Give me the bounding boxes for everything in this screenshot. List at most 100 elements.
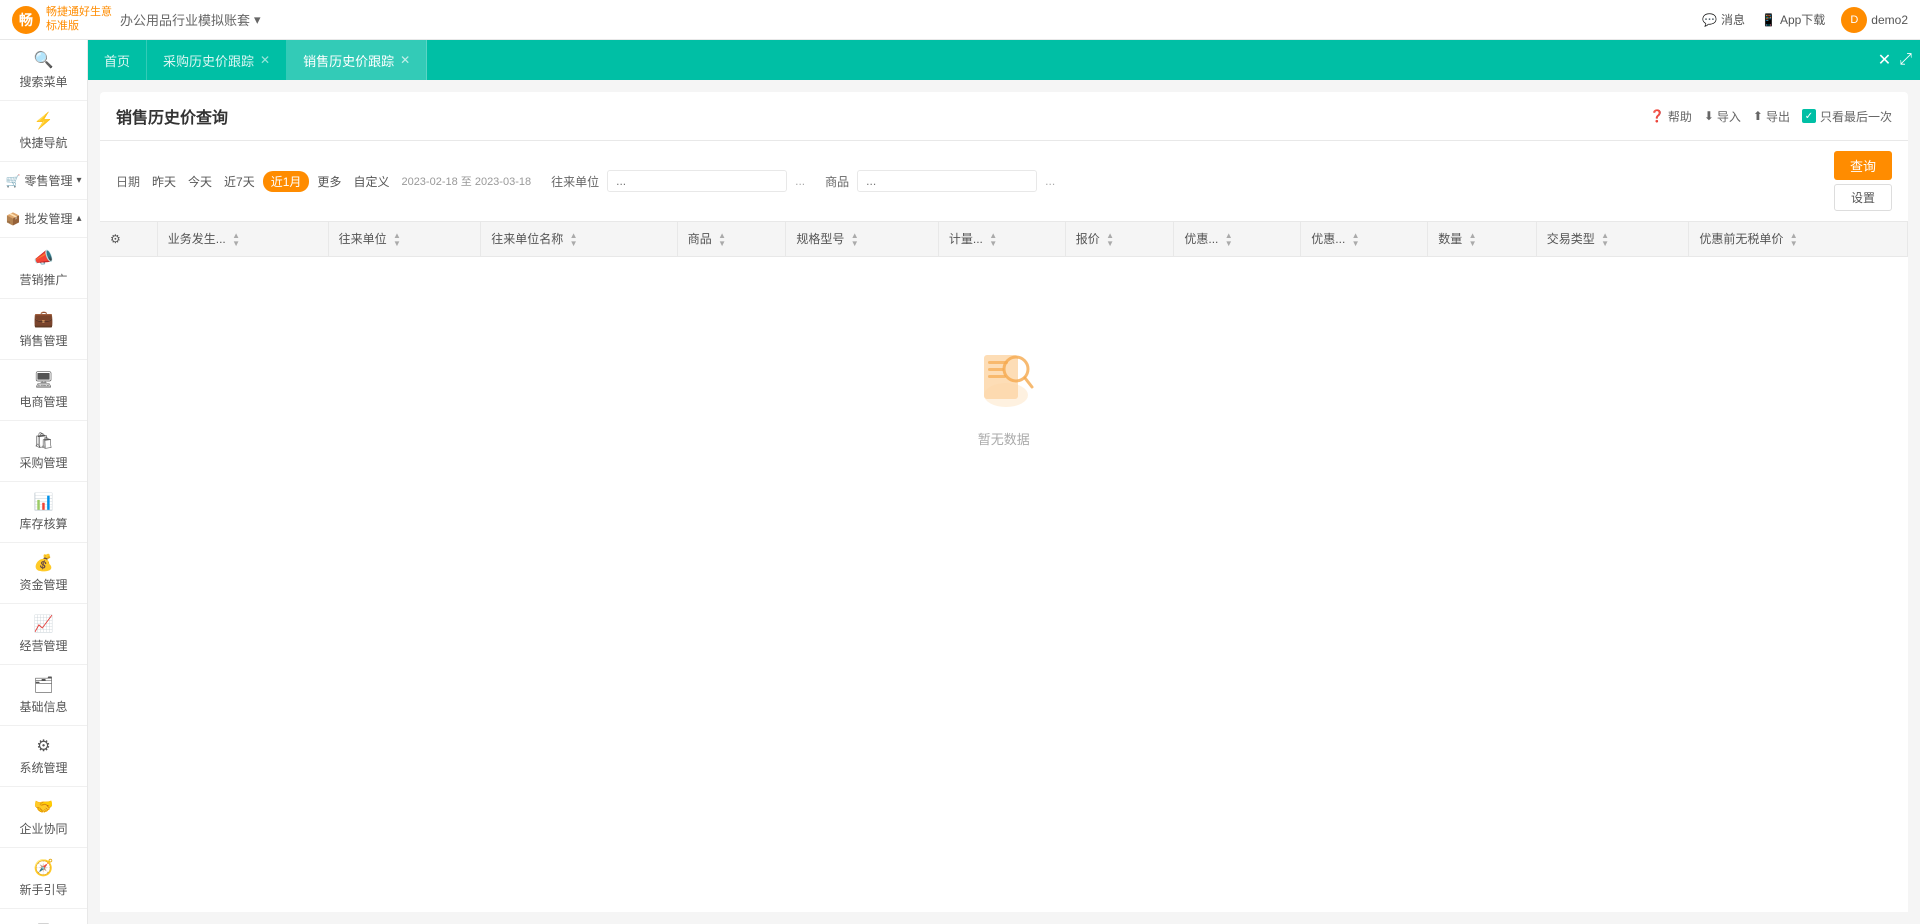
app-title: 办公用品行业模拟账套 xyxy=(120,10,250,29)
sidebar-item-ops-mgmt[interactable]: 📈 经营管理 xyxy=(0,604,87,665)
sidebar-item-label: 快捷导航 xyxy=(19,134,67,151)
date-option-last1month[interactable]: 近1月 xyxy=(263,171,310,192)
download-icon: 📱 xyxy=(1761,13,1776,27)
col-discount1[interactable]: 优惠... ▲▼ xyxy=(1174,222,1301,256)
sidebar-item-sys-settings[interactable]: ⚙ 系统管理 xyxy=(0,726,87,787)
close-icon[interactable]: ✕ xyxy=(400,53,410,67)
sidebar-item-wholesale-mgmt[interactable]: 📦 批发管理 ▴ xyxy=(0,200,87,238)
sidebar-item-new-guide[interactable]: 🧭 新手引导 xyxy=(0,848,87,909)
date-option-more[interactable]: 更多 xyxy=(313,171,345,192)
sidebar-item-label: 基础信息 xyxy=(19,698,67,715)
retail-icon: 🛒 xyxy=(6,174,21,188)
sidebar-item-app-center[interactable]: ⊞ 应用中心 xyxy=(0,909,87,924)
filter-actions: 查询 设置 xyxy=(1834,151,1892,211)
col-settings[interactable]: ⚙ xyxy=(100,222,157,256)
app-download-button[interactable]: 📱 App下载 xyxy=(1761,11,1825,28)
gear-icon: ⚙ xyxy=(110,232,121,246)
col-pre-tax-price[interactable]: 优惠前无税单价 ▲▼ xyxy=(1689,222,1908,256)
table-header-row: ⚙ 业务发生... ▲▼ 往来单位 ▲▼ 往来单位名称 xyxy=(100,222,1908,256)
product-input[interactable] xyxy=(857,170,1037,192)
date-option-custom[interactable]: 自定义 xyxy=(349,171,393,192)
close-icon[interactable]: ✕ xyxy=(260,53,270,67)
col-partner-name[interactable]: 往来单位名称 ▲▼ xyxy=(481,222,678,256)
maximize-icon[interactable]: ⤢ xyxy=(1899,51,1912,69)
partner-filter-label: 往来单位 xyxy=(551,173,599,190)
sidebar-item-inventory[interactable]: 📊 库存核算 xyxy=(0,482,87,543)
sidebar-item-purchase-mgmt[interactable]: 🛍 采购管理 xyxy=(0,421,87,482)
sidebar-item-base-info[interactable]: 🗂 基础信息 xyxy=(0,665,87,726)
partner-filter-group: 往来单位 ... xyxy=(551,170,805,192)
export-button[interactable]: ⬆ 导出 xyxy=(1753,108,1790,125)
sidebar-item-label: 库存核算 xyxy=(19,515,67,532)
sidebar-item-quick-nav[interactable]: ⚡ 快捷导航 xyxy=(0,101,87,162)
sort-icon: ▲▼ xyxy=(1790,232,1798,248)
settings-button[interactable]: 设置 xyxy=(1834,184,1892,211)
sort-icon: ▲▼ xyxy=(1601,232,1609,248)
close-window-icon[interactable]: ✕ xyxy=(1878,50,1891,70)
partner-input[interactable] xyxy=(607,170,787,192)
top-bar-left: 畅 畅捷通好生意 标准版 办公用品行业模拟账套 ▾ xyxy=(12,6,261,34)
message-button[interactable]: 💬 消息 xyxy=(1702,11,1745,28)
sidebar-item-enterprise-collab[interactable]: 🤝 企业协同 xyxy=(0,787,87,848)
sidebar-item-label: 营销推广 xyxy=(19,271,67,288)
empty-state: 暂无数据 xyxy=(100,257,1908,528)
tab-bar-actions: ✕ ⤢ xyxy=(1870,40,1920,80)
col-spec[interactable]: 规格型号 ▲▼ xyxy=(786,222,939,256)
page-title: 销售历史价查询 xyxy=(116,104,228,128)
chevron-down-icon: ▾ xyxy=(76,175,81,186)
sort-icon: ▲▼ xyxy=(718,232,726,248)
chevron-up-icon: ▴ xyxy=(76,213,81,224)
col-trade-type[interactable]: 交易类型 ▲▼ xyxy=(1536,222,1689,256)
query-button[interactable]: 查询 xyxy=(1834,151,1892,180)
tab-purchase-history[interactable]: 采购历史价跟踪 ✕ xyxy=(147,40,287,80)
search-icon: 🔍 xyxy=(34,50,54,70)
page-header: 销售历史价查询 ❓ 帮助 ⬇ 导入 ⬆ 导出 ✓ xyxy=(100,92,1908,141)
col-biz-date[interactable]: 业务发生... ▲▼ xyxy=(157,222,328,256)
help-button[interactable]: ❓ 帮助 xyxy=(1650,108,1692,125)
col-qty[interactable]: 数量 ▲▼ xyxy=(1428,222,1537,256)
sidebar-item-retail-mgmt[interactable]: 🛒 零售管理 ▾ xyxy=(0,162,87,200)
sidebar-item-label: 新手引导 xyxy=(19,881,67,898)
col-partner-code[interactable]: 往来单位 ▲▼ xyxy=(328,222,481,256)
date-option-yesterday[interactable]: 昨天 xyxy=(148,171,180,192)
base-info-icon: 🗂 xyxy=(33,675,53,695)
help-icon: ❓ xyxy=(1650,109,1665,123)
tab-sales-history[interactable]: 销售历史价跟踪 ✕ xyxy=(287,40,427,80)
sort-icon: ▲▼ xyxy=(1469,232,1477,248)
user-area[interactable]: D demo2 xyxy=(1841,7,1908,33)
sidebar-item-label: 采购管理 xyxy=(19,454,67,471)
wholesale-icon: 📦 xyxy=(6,212,21,226)
col-discount2[interactable]: 优惠... ▲▼ xyxy=(1301,222,1428,256)
logo-text: 畅捷通好生意 标准版 xyxy=(46,6,112,32)
app-title-area[interactable]: 办公用品行业模拟账套 ▾ xyxy=(120,10,261,29)
col-quote[interactable]: 报价 ▲▼ xyxy=(1065,222,1174,256)
guide-icon: 🧭 xyxy=(34,858,54,878)
only-last-checkbox[interactable]: ✓ 只看最后一次 xyxy=(1802,108,1892,125)
date-range-display: 2023-02-18 至 2023-03-18 xyxy=(401,173,531,189)
sort-icon: ▲▼ xyxy=(570,232,578,248)
sort-icon: ▲▼ xyxy=(1106,232,1114,248)
export-icon: ⬆ xyxy=(1753,109,1763,123)
date-option-today[interactable]: 今天 xyxy=(184,171,216,192)
tab-bar: 首页 采购历史价跟踪 ✕ 销售历史价跟踪 ✕ ✕ ⤢ xyxy=(88,40,1920,80)
sidebar-item-sales-mgmt[interactable]: 💼 销售管理 xyxy=(0,299,87,360)
sidebar-item-finance-mgmt[interactable]: 💰 资金管理 xyxy=(0,543,87,604)
collab-icon: 🤝 xyxy=(34,797,54,817)
sidebar-item-marketing[interactable]: 📣 营销推广 xyxy=(0,238,87,299)
empty-icon xyxy=(964,337,1044,417)
ecom-icon: 🖥 xyxy=(33,370,53,390)
quick-nav-icon: ⚡ xyxy=(34,111,54,131)
tab-home[interactable]: 首页 xyxy=(88,40,147,80)
tab-label: 采购历史价跟踪 xyxy=(163,51,254,70)
import-button[interactable]: ⬇ 导入 xyxy=(1704,108,1741,125)
sidebar-item-search-menu[interactable]: 🔍 搜索菜单 xyxy=(0,40,87,101)
sidebar-item-ecom-mgmt[interactable]: 🖥 电商管理 xyxy=(0,360,87,421)
date-option-last7days[interactable]: 近7天 xyxy=(220,171,259,192)
finance-icon: 💰 xyxy=(34,553,54,573)
col-product[interactable]: 商品 ▲▼ xyxy=(677,222,786,256)
table-container: ⚙ 业务发生... ▲▼ 往来单位 ▲▼ 往来单位名称 xyxy=(100,222,1908,912)
col-unit[interactable]: 计量... ▲▼ xyxy=(938,222,1065,256)
content-area: 首页 采购历史价跟踪 ✕ 销售历史价跟踪 ✕ ✕ ⤢ 销售历史价查询 xyxy=(88,40,1920,924)
sort-icon: ▲▼ xyxy=(851,232,859,248)
sales-icon: 💼 xyxy=(34,309,54,329)
